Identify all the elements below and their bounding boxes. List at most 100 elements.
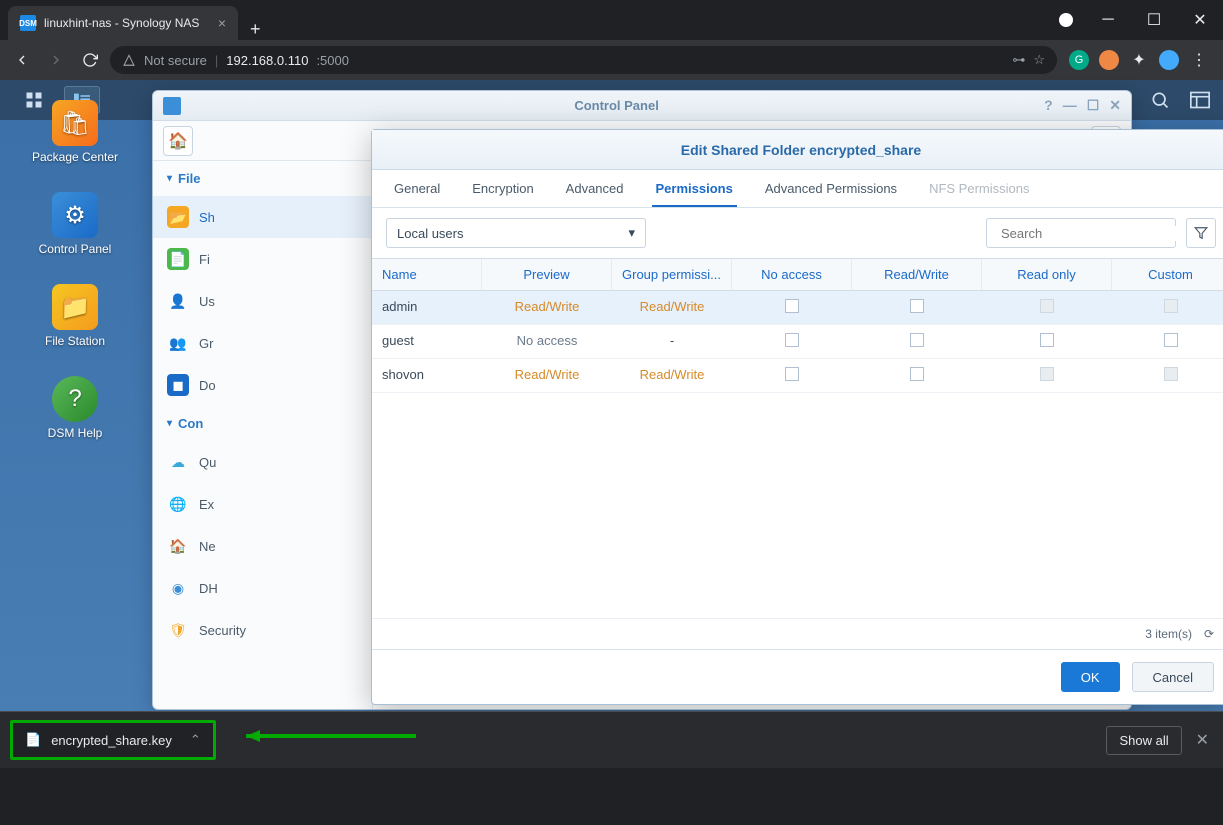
show-all-button[interactable]: Show all: [1106, 726, 1181, 755]
section-header-file[interactable]: File: [153, 161, 372, 196]
chrome-account-icon[interactable]: [1059, 13, 1073, 27]
close-window-button[interactable]: ✕: [1177, 0, 1223, 40]
cell-group: Read/Write: [612, 359, 732, 392]
column-header-read-write[interactable]: Read/Write: [852, 259, 982, 290]
tab-permissions[interactable]: Permissions: [652, 171, 737, 206]
cell-no-access[interactable]: [732, 359, 852, 392]
column-header-name[interactable]: Name: [372, 259, 482, 290]
cell-preview: Read/Write: [482, 291, 612, 324]
cloud-icon: ☁: [167, 451, 189, 473]
search-box[interactable]: [986, 218, 1176, 248]
close-tab-icon[interactable]: ×: [218, 15, 226, 31]
icon-label: Package Center: [32, 150, 118, 164]
cell-custom[interactable]: [1112, 291, 1223, 324]
dhcp-icon: ◉: [167, 577, 189, 599]
file-icon: 📄: [25, 732, 41, 748]
table-row[interactable]: guestNo access-: [372, 325, 1223, 359]
cell-read-only[interactable]: [982, 359, 1112, 392]
sidebar-item-quickconnect[interactable]: ☁Qu: [153, 441, 372, 483]
tab-advanced-permissions[interactable]: Advanced Permissions: [761, 171, 901, 206]
dropdown-value: Local users: [397, 226, 463, 241]
cell-custom[interactable]: [1112, 359, 1223, 392]
help-button[interactable]: ?: [1044, 97, 1053, 114]
user-type-dropdown[interactable]: Local users ▾: [386, 218, 646, 248]
annotation-arrow: [246, 726, 426, 746]
cell-preview: No access: [482, 325, 612, 358]
extensions-puzzle-icon[interactable]: ✦: [1129, 50, 1149, 70]
status-item-count: 3 item(s): [1145, 627, 1192, 641]
widgets-icon[interactable]: [1189, 89, 1211, 111]
profile-avatar[interactable]: [1159, 50, 1179, 70]
download-filename: encrypted_share.key: [51, 733, 172, 748]
tab-title: linuxhint-nas - Synology NAS: [44, 16, 199, 30]
security-label: Not secure: [144, 53, 207, 68]
filter-button[interactable]: [1186, 218, 1216, 248]
search-input[interactable]: [1001, 226, 1177, 241]
url-bar[interactable]: Not secure | 192.168.0.110:5000 ⊶ ☆: [110, 46, 1057, 74]
minimize-button[interactable]: ─: [1085, 0, 1131, 40]
refresh-icon[interactable]: ⟳: [1204, 627, 1214, 641]
sidebar-item-file-services[interactable]: 📄Fi: [153, 238, 372, 280]
extension-icon[interactable]: [1099, 50, 1119, 70]
close-download-bar[interactable]: ✕: [1192, 730, 1213, 750]
home-button[interactable]: 🏠: [163, 126, 193, 156]
column-header-group[interactable]: Group permissi...: [612, 259, 732, 290]
column-header-no-access[interactable]: No access: [732, 259, 852, 290]
cell-read-only[interactable]: [982, 325, 1112, 358]
cell-read-write[interactable]: [852, 291, 982, 324]
search-icon[interactable]: [1149, 89, 1171, 111]
sidebar-item-domain[interactable]: ◼Do: [153, 364, 372, 406]
back-button[interactable]: [8, 46, 36, 74]
sidebar-item-network[interactable]: 🏠Ne: [153, 525, 372, 567]
section-header-connectivity[interactable]: Con: [153, 406, 372, 441]
close-button[interactable]: ✕: [1109, 97, 1121, 114]
cell-custom[interactable]: [1112, 325, 1223, 358]
column-header-preview[interactable]: Preview: [482, 259, 612, 290]
tab-general[interactable]: General: [390, 171, 444, 206]
sidebar-item-group[interactable]: 👥Gr: [153, 322, 372, 364]
cell-name: admin: [372, 291, 482, 324]
star-icon[interactable]: ☆: [1033, 52, 1045, 68]
reload-button[interactable]: [76, 46, 104, 74]
download-item[interactable]: 📄 encrypted_share.key ⌃: [10, 720, 216, 760]
cell-read-write[interactable]: [852, 325, 982, 358]
icon-label: DSM Help: [48, 426, 103, 440]
tab-encryption[interactable]: Encryption: [468, 171, 537, 206]
maximize-button[interactable]: ☐: [1087, 97, 1100, 114]
desktop-icon-control-panel[interactable]: ⚙ Control Panel: [30, 192, 120, 256]
sidebar-item-external[interactable]: 🌐Ex: [153, 483, 372, 525]
globe-icon: 🌐: [167, 493, 189, 515]
cancel-button[interactable]: Cancel: [1132, 662, 1214, 692]
cell-read-only[interactable]: [982, 291, 1112, 324]
desktop-icon-file-station[interactable]: 📁 File Station: [30, 284, 120, 348]
sidebar-item-security[interactable]: 🛡Security: [153, 609, 372, 651]
cell-name: guest: [372, 325, 482, 358]
chevron-up-icon[interactable]: ⌃: [190, 732, 201, 748]
table-row[interactable]: adminRead/WriteRead/Write: [372, 291, 1223, 325]
cell-name: shovon: [372, 359, 482, 392]
tab-advanced[interactable]: Advanced: [562, 171, 628, 206]
cell-no-access[interactable]: [732, 325, 852, 358]
key-icon[interactable]: ⊶: [1012, 52, 1025, 68]
favicon-icon: DSM: [20, 15, 36, 31]
cell-read-write[interactable]: [852, 359, 982, 392]
cell-no-access[interactable]: [732, 291, 852, 324]
column-header-custom[interactable]: Custom: [1112, 259, 1223, 290]
chrome-menu-icon[interactable]: ⋮: [1189, 50, 1209, 70]
sidebar-item-user[interactable]: 👤Us: [153, 280, 372, 322]
new-tab-button[interactable]: +: [238, 19, 273, 40]
table-row[interactable]: shovonRead/WriteRead/Write: [372, 359, 1223, 393]
control-panel-icon: ⚙: [52, 192, 98, 238]
browser-tab[interactable]: DSM linuxhint-nas - Synology NAS ×: [8, 6, 238, 40]
desktop-icon-package-center[interactable]: 🛍 Package Center: [30, 100, 120, 164]
desktop-icon-dsm-help[interactable]: ? DSM Help: [30, 376, 120, 440]
maximize-button[interactable]: ☐: [1131, 0, 1177, 40]
not-secure-icon: [122, 53, 136, 67]
extension-icon[interactable]: G: [1069, 50, 1089, 70]
sidebar-item-shared-folder[interactable]: 📂Sh: [153, 196, 372, 238]
column-header-read-only[interactable]: Read only: [982, 259, 1112, 290]
sidebar-item-dhcp[interactable]: ◉DH: [153, 567, 372, 609]
chevron-down-icon: ▾: [628, 225, 635, 241]
minimize-button[interactable]: —: [1063, 97, 1077, 114]
ok-button[interactable]: OK: [1061, 662, 1120, 692]
